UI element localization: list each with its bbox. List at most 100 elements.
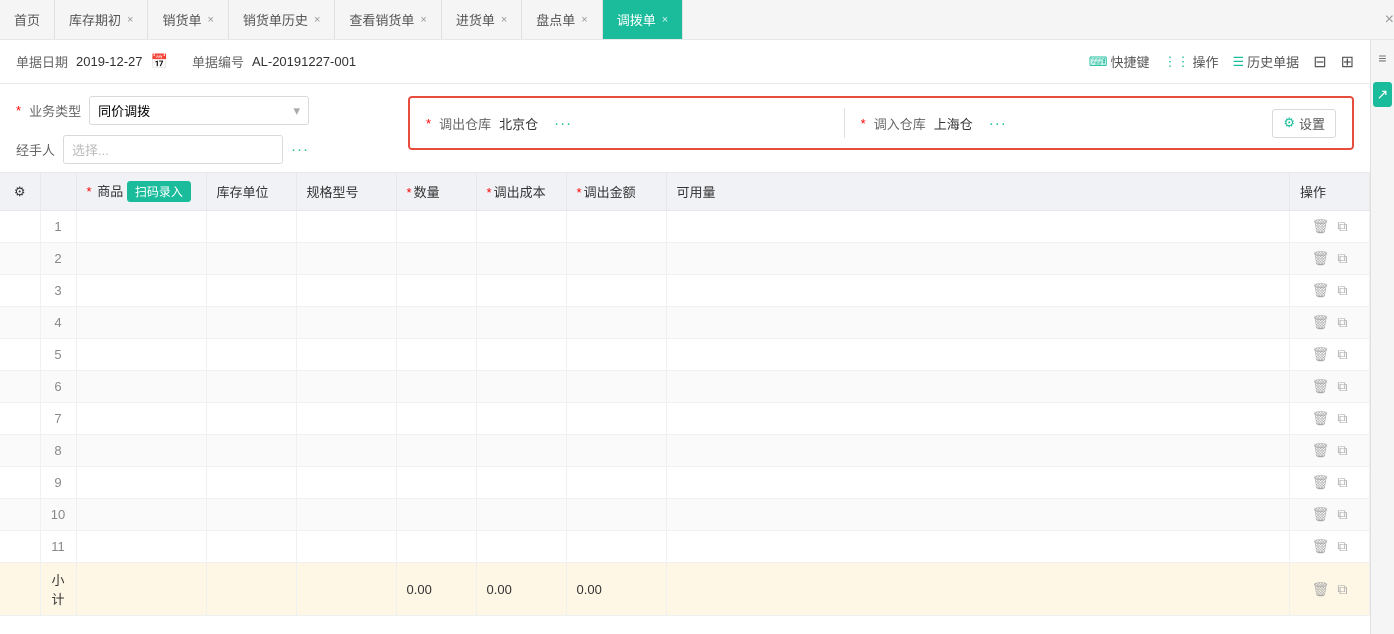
cell-product-10[interactable] bbox=[76, 499, 206, 531]
cell-qty-4[interactable] bbox=[396, 307, 476, 339]
tab-transfer[interactable]: 调拨单 × bbox=[603, 0, 683, 39]
cell-cost-10[interactable] bbox=[476, 499, 566, 531]
cell-amount-9[interactable] bbox=[566, 467, 666, 499]
tab-sales-close[interactable]: × bbox=[207, 14, 213, 26]
delete-icon-11[interactable]: 🗑 bbox=[1312, 538, 1330, 555]
cell-qty-9[interactable] bbox=[396, 467, 476, 499]
copy-icon-11[interactable]: ⧉ bbox=[1337, 538, 1347, 555]
cell-cost-8[interactable] bbox=[476, 435, 566, 467]
tab-home[interactable]: 首页 bbox=[0, 0, 55, 39]
cell-amount-6[interactable] bbox=[566, 371, 666, 403]
delete-icon-9[interactable]: 🗑 bbox=[1312, 474, 1330, 491]
copy-icon-3[interactable]: ⧉ bbox=[1337, 282, 1347, 299]
tab-inventory-init[interactable]: 库存期初 × bbox=[55, 0, 148, 39]
cell-amount-1[interactable] bbox=[566, 211, 666, 243]
tab-transfer-close[interactable]: × bbox=[662, 14, 668, 26]
business-type-select[interactable]: 同价调拨 ▾ bbox=[89, 96, 309, 125]
delete-icon-7[interactable]: 🗑 bbox=[1312, 410, 1330, 427]
tab-sales[interactable]: 销货单 × bbox=[148, 0, 228, 39]
cell-product-11[interactable] bbox=[76, 531, 206, 563]
handler-select[interactable]: 选择... bbox=[63, 135, 283, 164]
cell-cost-1[interactable] bbox=[476, 211, 566, 243]
subtotal-copy-icon[interactable]: ⧉ bbox=[1337, 581, 1347, 598]
cell-amount-8[interactable] bbox=[566, 435, 666, 467]
tab-sales-history-close[interactable]: × bbox=[314, 14, 320, 26]
copy-icon-8[interactable]: ⧉ bbox=[1337, 442, 1347, 459]
cell-cost-3[interactable] bbox=[476, 275, 566, 307]
delete-icon-2[interactable]: 🗑 bbox=[1312, 250, 1330, 267]
cell-product-9[interactable] bbox=[76, 467, 206, 499]
copy-icon-7[interactable]: ⧉ bbox=[1337, 410, 1347, 427]
cell-qty-3[interactable] bbox=[396, 275, 476, 307]
cell-cost-4[interactable] bbox=[476, 307, 566, 339]
cell-qty-6[interactable] bbox=[396, 371, 476, 403]
cell-product-8[interactable] bbox=[76, 435, 206, 467]
delete-icon-1[interactable]: 🗑 bbox=[1312, 218, 1330, 235]
copy-icon-6[interactable]: ⧉ bbox=[1337, 378, 1347, 395]
cell-qty-7[interactable] bbox=[396, 403, 476, 435]
delete-icon-4[interactable]: 🗑 bbox=[1312, 314, 1330, 331]
copy-icon-10[interactable]: ⧉ bbox=[1337, 506, 1347, 523]
cell-cost-9[interactable] bbox=[476, 467, 566, 499]
sidebar-list-icon[interactable]: ≡ bbox=[1378, 50, 1386, 66]
tab-view-sales[interactable]: 查看销货单 × bbox=[335, 0, 441, 39]
handler-more-btn[interactable]: ··· bbox=[291, 141, 309, 158]
layout-btn[interactable]: ⊟ bbox=[1313, 52, 1326, 72]
tab-stocktake[interactable]: 盘点单 × bbox=[522, 0, 602, 39]
copy-icon-4[interactable]: ⧉ bbox=[1337, 314, 1347, 331]
tab-stocktake-close[interactable]: × bbox=[581, 14, 587, 26]
tab-purchase-close[interactable]: × bbox=[501, 14, 507, 26]
cell-amount-3[interactable] bbox=[566, 275, 666, 307]
cell-amount-7[interactable] bbox=[566, 403, 666, 435]
cell-product-1[interactable] bbox=[76, 211, 206, 243]
cell-cost-7[interactable] bbox=[476, 403, 566, 435]
cell-amount-4[interactable] bbox=[566, 307, 666, 339]
operations-btn[interactable]: ⋮⋮ 操作 bbox=[1164, 52, 1219, 71]
warehouse-out-more-btn[interactable]: ··· bbox=[554, 115, 572, 132]
cell-product-5[interactable] bbox=[76, 339, 206, 371]
delete-icon-6[interactable]: 🗑 bbox=[1312, 378, 1330, 395]
cell-product-3[interactable] bbox=[76, 275, 206, 307]
cell-amount-11[interactable] bbox=[566, 531, 666, 563]
copy-icon-5[interactable]: ⧉ bbox=[1337, 346, 1347, 363]
cell-qty-10[interactable] bbox=[396, 499, 476, 531]
cell-product-6[interactable] bbox=[76, 371, 206, 403]
cell-product-2[interactable] bbox=[76, 243, 206, 275]
tab-purchase[interactable]: 进货单 × bbox=[442, 0, 522, 39]
delete-icon-10[interactable]: 🗑 bbox=[1312, 506, 1330, 523]
warehouse-in-more-btn[interactable]: ··· bbox=[989, 115, 1007, 132]
cell-qty-2[interactable] bbox=[396, 243, 476, 275]
delete-icon-3[interactable]: 🗑 bbox=[1312, 282, 1330, 299]
cell-amount-10[interactable] bbox=[566, 499, 666, 531]
subtotal-delete-icon[interactable]: 🗑 bbox=[1312, 581, 1330, 598]
copy-icon-2[interactable]: ⧉ bbox=[1337, 250, 1347, 267]
settings-btn[interactable]: ⚙ 设置 bbox=[1272, 109, 1336, 138]
tab-sales-history[interactable]: 销货单历史 × bbox=[229, 0, 335, 39]
cell-qty-5[interactable] bbox=[396, 339, 476, 371]
cell-amount-2[interactable] bbox=[566, 243, 666, 275]
copy-icon-9[interactable]: ⧉ bbox=[1337, 474, 1347, 491]
scan-btn[interactable]: 扫码录入 bbox=[127, 181, 191, 202]
cell-cost-2[interactable] bbox=[476, 243, 566, 275]
cell-cost-6[interactable] bbox=[476, 371, 566, 403]
th-settings[interactable]: ⚙ bbox=[0, 173, 40, 211]
cell-qty-1[interactable] bbox=[396, 211, 476, 243]
cell-product-7[interactable] bbox=[76, 403, 206, 435]
cell-qty-8[interactable] bbox=[396, 435, 476, 467]
cell-cost-11[interactable] bbox=[476, 531, 566, 563]
history-btn[interactable]: ☰ 历史单据 bbox=[1233, 52, 1300, 71]
tab-view-sales-close[interactable]: × bbox=[420, 14, 426, 26]
cell-amount-5[interactable] bbox=[566, 339, 666, 371]
delete-icon-5[interactable]: 🗑 bbox=[1312, 346, 1330, 363]
sidebar-expand-icon[interactable]: ↗ bbox=[1373, 82, 1393, 107]
tab-inventory-init-close[interactable]: × bbox=[127, 14, 133, 26]
copy-icon-1[interactable]: ⧉ bbox=[1337, 218, 1347, 235]
delete-icon-8[interactable]: 🗑 bbox=[1312, 442, 1330, 459]
cell-cost-5[interactable] bbox=[476, 339, 566, 371]
cell-qty-11[interactable] bbox=[396, 531, 476, 563]
shortcuts-btn[interactable]: ⌨ 快捷键 bbox=[1089, 52, 1150, 71]
cell-product-4[interactable] bbox=[76, 307, 206, 339]
grid-layout-btn[interactable]: ⊞ bbox=[1341, 52, 1354, 72]
window-close-icon[interactable]: × bbox=[1385, 11, 1394, 29]
calendar-icon[interactable]: 📅 bbox=[151, 53, 168, 70]
